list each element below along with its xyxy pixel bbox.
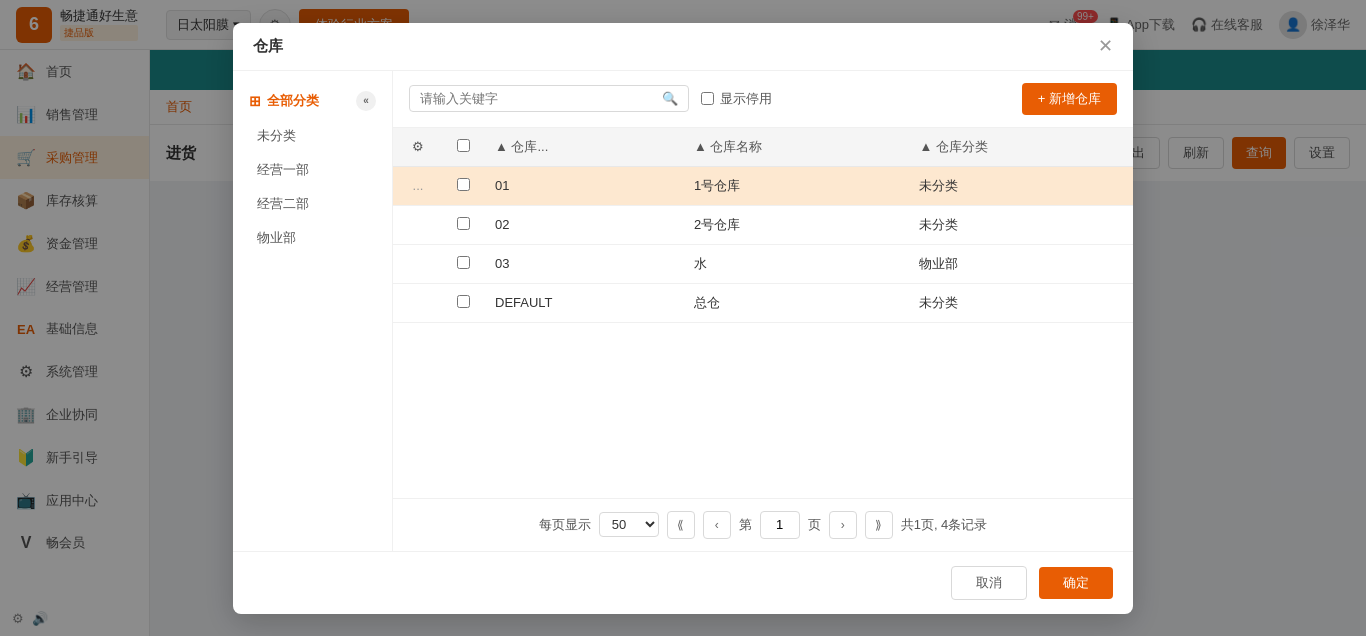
col-category: ▲ 仓库分类	[907, 128, 1133, 167]
row-checkbox-1[interactable]	[443, 166, 483, 205]
show-disabled-checkbox[interactable]	[701, 92, 714, 105]
col-name: ▲ 仓库名称	[682, 128, 908, 167]
row-check-2[interactable]	[457, 217, 470, 230]
category-item-property[interactable]: 物业部	[233, 221, 392, 255]
next-page-btn[interactable]: ›	[829, 511, 857, 539]
all-categories-header[interactable]: ⊞ 全部分类 «	[233, 83, 392, 119]
page-label: 页	[808, 516, 821, 534]
row-checkbox-3[interactable]	[443, 244, 483, 283]
row-name-2: 2号仓库	[682, 205, 908, 244]
modal-overlay[interactable]: 仓库 ✕ ⊞ 全部分类 « 未分类 经营一部 经营二部 物业部	[0, 0, 1366, 636]
collapse-sidebar-btn[interactable]: «	[356, 91, 376, 111]
modal-body: ⊞ 全部分类 « 未分类 经营一部 经营二部 物业部 🔍	[233, 71, 1133, 551]
modal-title: 仓库	[253, 37, 283, 56]
row-name-1: 1号仓库	[682, 166, 908, 205]
per-page-select[interactable]: 50 100 200	[599, 512, 659, 537]
per-page-label: 每页显示	[539, 516, 591, 534]
row-cat-3: 物业部	[907, 244, 1133, 283]
row-checkbox-4[interactable]	[443, 283, 483, 322]
row-gear-3	[393, 244, 443, 283]
table-header: ⚙ ▲ 仓库... ▲ 仓库名称	[393, 128, 1133, 167]
category-item-dept1[interactable]: 经营一部	[233, 153, 392, 187]
modal-toolbar: 🔍 显示停用 + 新增仓库	[393, 71, 1133, 128]
table-row[interactable]: ... 01 1号仓库 未分类	[393, 166, 1133, 205]
row-gear-1: ...	[393, 166, 443, 205]
table-body: ... 01 1号仓库 未分类 02 2号仓库	[393, 166, 1133, 322]
row-name-3: 水	[682, 244, 908, 283]
modal-main-panel: 🔍 显示停用 + 新增仓库 ⚙	[393, 71, 1133, 551]
last-page-btn[interactable]: ⟫	[865, 511, 893, 539]
show-disabled-label[interactable]: 显示停用	[701, 90, 772, 108]
modal-header: 仓库 ✕	[233, 23, 1133, 71]
row-check-4[interactable]	[457, 295, 470, 308]
col-gear: ⚙	[393, 128, 443, 167]
category-item-dept2[interactable]: 经营二部	[233, 187, 392, 221]
row-code-3: 03	[483, 244, 682, 283]
prev-page-btn[interactable]: ‹	[703, 511, 731, 539]
row-cat-4: 未分类	[907, 283, 1133, 322]
total-info: 共1页, 4条记录	[901, 516, 988, 534]
show-disabled-text: 显示停用	[720, 90, 772, 108]
row-code-4: DEFAULT	[483, 283, 682, 322]
grid-icon: ⊞	[249, 93, 261, 109]
col-code: ▲ 仓库...	[483, 128, 682, 167]
table-row[interactable]: 03 水 物业部	[393, 244, 1133, 283]
confirm-button[interactable]: 确定	[1039, 567, 1113, 599]
warehouse-modal: 仓库 ✕ ⊞ 全部分类 « 未分类 经营一部 经营二部 物业部	[233, 23, 1133, 614]
cancel-button[interactable]: 取消	[951, 566, 1027, 600]
row-code-1: 01	[483, 166, 682, 205]
page-word: 第	[739, 516, 752, 534]
search-box: 🔍	[409, 85, 689, 112]
page-number-input[interactable]	[760, 511, 800, 539]
select-all-checkbox[interactable]	[457, 139, 470, 152]
modal-footer: 取消 确定	[233, 551, 1133, 614]
search-input[interactable]	[420, 91, 662, 106]
col-checkbox	[443, 128, 483, 167]
row-name-4: 总仓	[682, 283, 908, 322]
row-cat-1: 未分类	[907, 166, 1133, 205]
modal-close-button[interactable]: ✕	[1098, 37, 1113, 55]
row-cat-2: 未分类	[907, 205, 1133, 244]
row-gear-4	[393, 283, 443, 322]
warehouse-table: ⚙ ▲ 仓库... ▲ 仓库名称	[393, 128, 1133, 323]
row-check-3[interactable]	[457, 256, 470, 269]
all-categories-label: 全部分类	[267, 92, 319, 110]
table-row[interactable]: 02 2号仓库 未分类	[393, 205, 1133, 244]
modal-table: ⚙ ▲ 仓库... ▲ 仓库名称	[393, 128, 1133, 498]
modal-category-sidebar: ⊞ 全部分类 « 未分类 经营一部 经营二部 物业部	[233, 71, 393, 551]
category-item-unclassified[interactable]: 未分类	[233, 119, 392, 153]
row-gear-2	[393, 205, 443, 244]
modal-pagination: 每页显示 50 100 200 ⟪ ‹ 第 页 › ⟫ 共1页, 4条记录	[393, 498, 1133, 551]
row-check-1[interactable]	[457, 178, 470, 191]
add-warehouse-btn[interactable]: + 新增仓库	[1022, 83, 1117, 115]
first-page-btn[interactable]: ⟪	[667, 511, 695, 539]
row-checkbox-2[interactable]	[443, 205, 483, 244]
row-code-2: 02	[483, 205, 682, 244]
row-action-1[interactable]: ...	[413, 178, 424, 193]
table-row[interactable]: DEFAULT 总仓 未分类	[393, 283, 1133, 322]
search-icon: 🔍	[662, 91, 678, 106]
